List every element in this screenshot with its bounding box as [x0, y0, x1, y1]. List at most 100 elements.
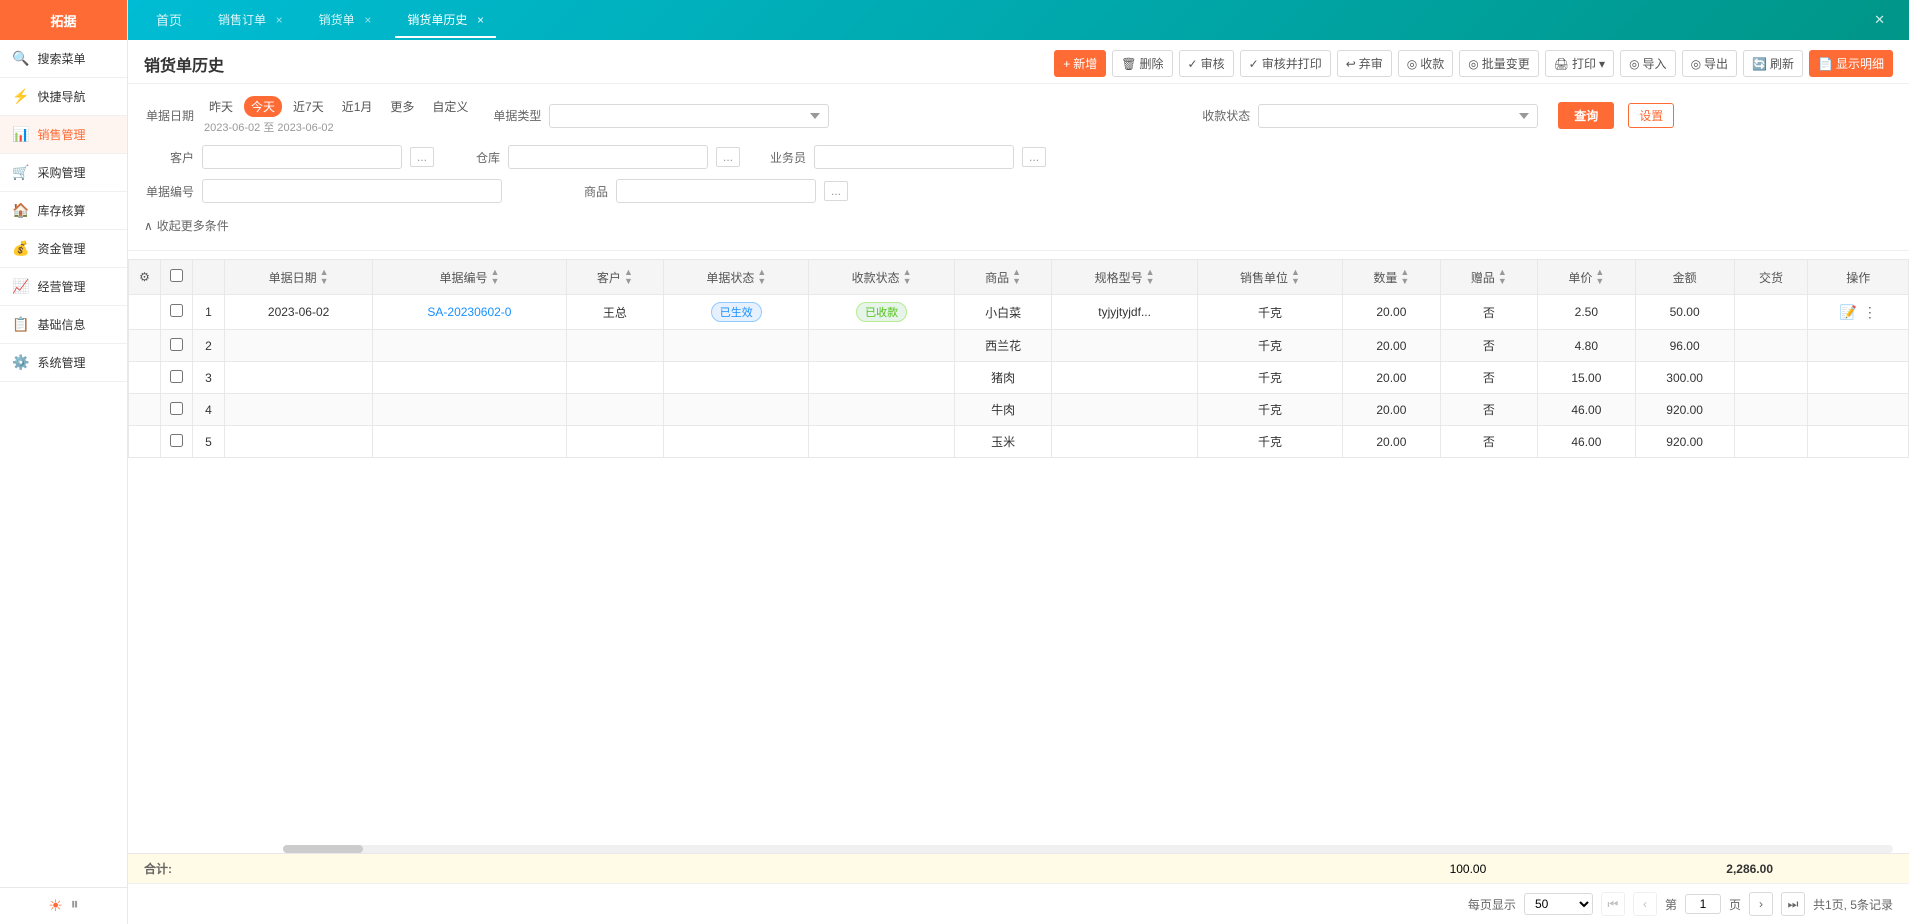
goods-col-header[interactable]: 商品 ▲▼ [954, 260, 1052, 295]
print-button[interactable]: 🖨 打印 ▾ [1545, 50, 1614, 77]
unit-col-header[interactable]: 销售单位 ▲▼ [1197, 260, 1342, 295]
qty-cell: 20.00 [1343, 394, 1441, 426]
goods-ellipsis[interactable]: ... [824, 181, 848, 201]
row-checkbox[interactable] [170, 304, 183, 317]
page-number-input[interactable]: 1 [1685, 894, 1721, 914]
warehouse-ellipsis[interactable]: ... [716, 147, 740, 167]
checkbox-cell[interactable] [161, 330, 193, 362]
sidebar-item-quick-nav[interactable]: ⚡ 快捷导航 [0, 78, 127, 116]
tab-sales-goods[interactable]: 销货单 × [307, 3, 384, 38]
tab-sales-order-close[interactable]: × [276, 13, 283, 27]
edit-icon[interactable]: 📝 [1839, 304, 1856, 321]
date-pill-yesterday[interactable]: 昨天 [202, 96, 240, 117]
gear-cell [129, 295, 161, 330]
salesperson-input[interactable] [814, 145, 1014, 169]
doc-type-select[interactable] [549, 104, 829, 128]
review-button[interactable]: ✓ 审核 [1179, 50, 1234, 77]
abandon-button[interactable]: ↩ 弃审 [1337, 50, 1392, 77]
goods-input[interactable] [616, 179, 816, 203]
gift-col-header[interactable]: 赠品 ▲▼ [1440, 260, 1538, 295]
pay-status-col-header[interactable]: 收款状态 ▲▼ [809, 260, 954, 295]
sidebar-item-sales-mgmt[interactable]: 📊 销售管理 [0, 116, 127, 154]
more-icon[interactable]: ⋮ [1863, 304, 1877, 321]
doc-date-col-header[interactable]: 单据日期 ▲▼ [225, 260, 373, 295]
doc-no-cell [373, 394, 566, 426]
sidebar-item-basic-info[interactable]: 📋 基础信息 [0, 306, 127, 344]
show-detail-button[interactable]: 📄 显示明细 [1809, 50, 1893, 77]
detail-icon: 📄 [1818, 57, 1833, 71]
date-pill-more[interactable]: 更多 [383, 96, 421, 117]
sidebar-item-system-mgmt[interactable]: ⚙️ 系统管理 [0, 344, 127, 382]
checkbox-cell[interactable] [161, 295, 193, 330]
date-pill-today[interactable]: 今天 [244, 96, 282, 117]
sidebar-item-operation-mgmt[interactable]: 📈 经营管理 [0, 268, 127, 306]
doc-status-col-header[interactable]: 单据状态 ▲▼ [664, 260, 809, 295]
horizontal-scrollbar[interactable] [283, 845, 1893, 853]
row-checkbox[interactable] [170, 338, 183, 351]
customer-ellipsis[interactable]: ... [410, 147, 434, 167]
first-page-btn[interactable]: ⏮ [1601, 892, 1625, 916]
sidebar-collapse-icon[interactable]: ⏸ [71, 896, 79, 916]
date-pill-1month[interactable]: 近1月 [335, 96, 380, 117]
tab-home[interactable]: 首页 [144, 2, 194, 39]
date-pill-7days[interactable]: 近7天 [286, 96, 331, 117]
search-row-3: 单据编号 商品 ... [144, 179, 1893, 203]
settings-button[interactable]: 设置 [1628, 103, 1674, 128]
salesperson-ellipsis[interactable]: ... [1022, 147, 1046, 167]
sidebar-item-inventory-calc[interactable]: 🏠 库存核算 [0, 192, 127, 230]
spec-col-header[interactable]: 规格型号 ▲▼ [1052, 260, 1197, 295]
collapse-button[interactable]: ∧ 收起更多条件 [144, 213, 1893, 238]
qty-col-header[interactable]: 数量 ▲▼ [1343, 260, 1441, 295]
query-button[interactable]: 查询 [1558, 102, 1614, 129]
window-close-btn[interactable]: ✕ [1866, 12, 1893, 28]
sidebar-expand-icon[interactable]: ☀ [48, 896, 62, 916]
checkbox-col-header[interactable] [161, 260, 193, 295]
row-checkbox[interactable] [170, 434, 183, 447]
refresh-icon: 🔄 [1752, 57, 1767, 71]
sidebar-item-purchase-mgmt[interactable]: 🛒 采购管理 [0, 154, 127, 192]
refresh-button[interactable]: 🔄 刷新 [1743, 50, 1803, 77]
customer-cell: 王总 [566, 295, 664, 330]
sidebar-item-finance-mgmt[interactable]: 💰 资金管理 [0, 230, 127, 268]
row-checkbox[interactable] [170, 402, 183, 415]
cart-icon: 🛒 [12, 164, 29, 181]
tab-sales-goods-close[interactable]: × [364, 13, 371, 27]
next-page-btn[interactable]: › [1749, 892, 1773, 916]
customer-sort-icon: ▲▼ [624, 268, 633, 286]
last-page-btn[interactable]: ⏭ [1781, 892, 1805, 916]
row-checkbox[interactable] [170, 370, 183, 383]
import-button[interactable]: ◎ 导入 [1620, 50, 1676, 77]
gear-col-header[interactable]: ⚙ [129, 260, 161, 295]
scrollbar-thumb[interactable] [283, 845, 363, 853]
unit-price-col-header[interactable]: 单价 ▲▼ [1538, 260, 1636, 295]
doc-no-link[interactable]: SA-20230602-0 [427, 305, 511, 319]
select-all-checkbox[interactable] [170, 269, 183, 282]
date-pill-custom[interactable]: 自定义 [425, 96, 475, 117]
search-row-1: 单据日期 昨天 今天 近7天 近1月 更多 自定义 2023-06-02 至 2… [144, 96, 1893, 135]
prev-page-btn[interactable]: ‹ [1633, 892, 1657, 916]
tab-sales-order[interactable]: 销售订单 × [206, 3, 295, 38]
export-button[interactable]: ◎ 导出 [1682, 50, 1738, 77]
transaction-cell [1734, 426, 1808, 458]
add-button[interactable]: + 新增 [1054, 50, 1106, 77]
delete-button[interactable]: 🗑 删除 [1112, 50, 1172, 77]
review-print-button[interactable]: ✓ 审核并打印 [1240, 50, 1331, 77]
checkbox-cell[interactable] [161, 394, 193, 426]
tab-sales-history-close[interactable]: × [477, 13, 484, 27]
customer-col-header[interactable]: 客户 ▲▼ [566, 260, 664, 295]
checkbox-cell[interactable] [161, 362, 193, 394]
sidebar-item-search-menu[interactable]: 🔍 搜索菜单 [0, 40, 127, 78]
checkbox-cell[interactable] [161, 426, 193, 458]
warehouse-input[interactable] [508, 145, 708, 169]
pay-status-select[interactable] [1258, 104, 1538, 128]
docno-input[interactable] [202, 179, 502, 203]
batch-change-button[interactable]: ◎ 批量变更 [1459, 50, 1539, 77]
delete-icon: 🗑 [1121, 57, 1136, 71]
qty-cell: 20.00 [1343, 426, 1441, 458]
doc-no-col-header[interactable]: 单据编号 ▲▼ [373, 260, 566, 295]
tab-sales-history[interactable]: 销货单历史 × [395, 3, 496, 38]
doc-no-sort-icon: ▲▼ [490, 268, 499, 286]
collect-button[interactable]: ◎ 收款 [1398, 50, 1454, 77]
customer-input[interactable] [202, 145, 402, 169]
per-page-select[interactable]: 50 100 200 [1524, 893, 1593, 915]
